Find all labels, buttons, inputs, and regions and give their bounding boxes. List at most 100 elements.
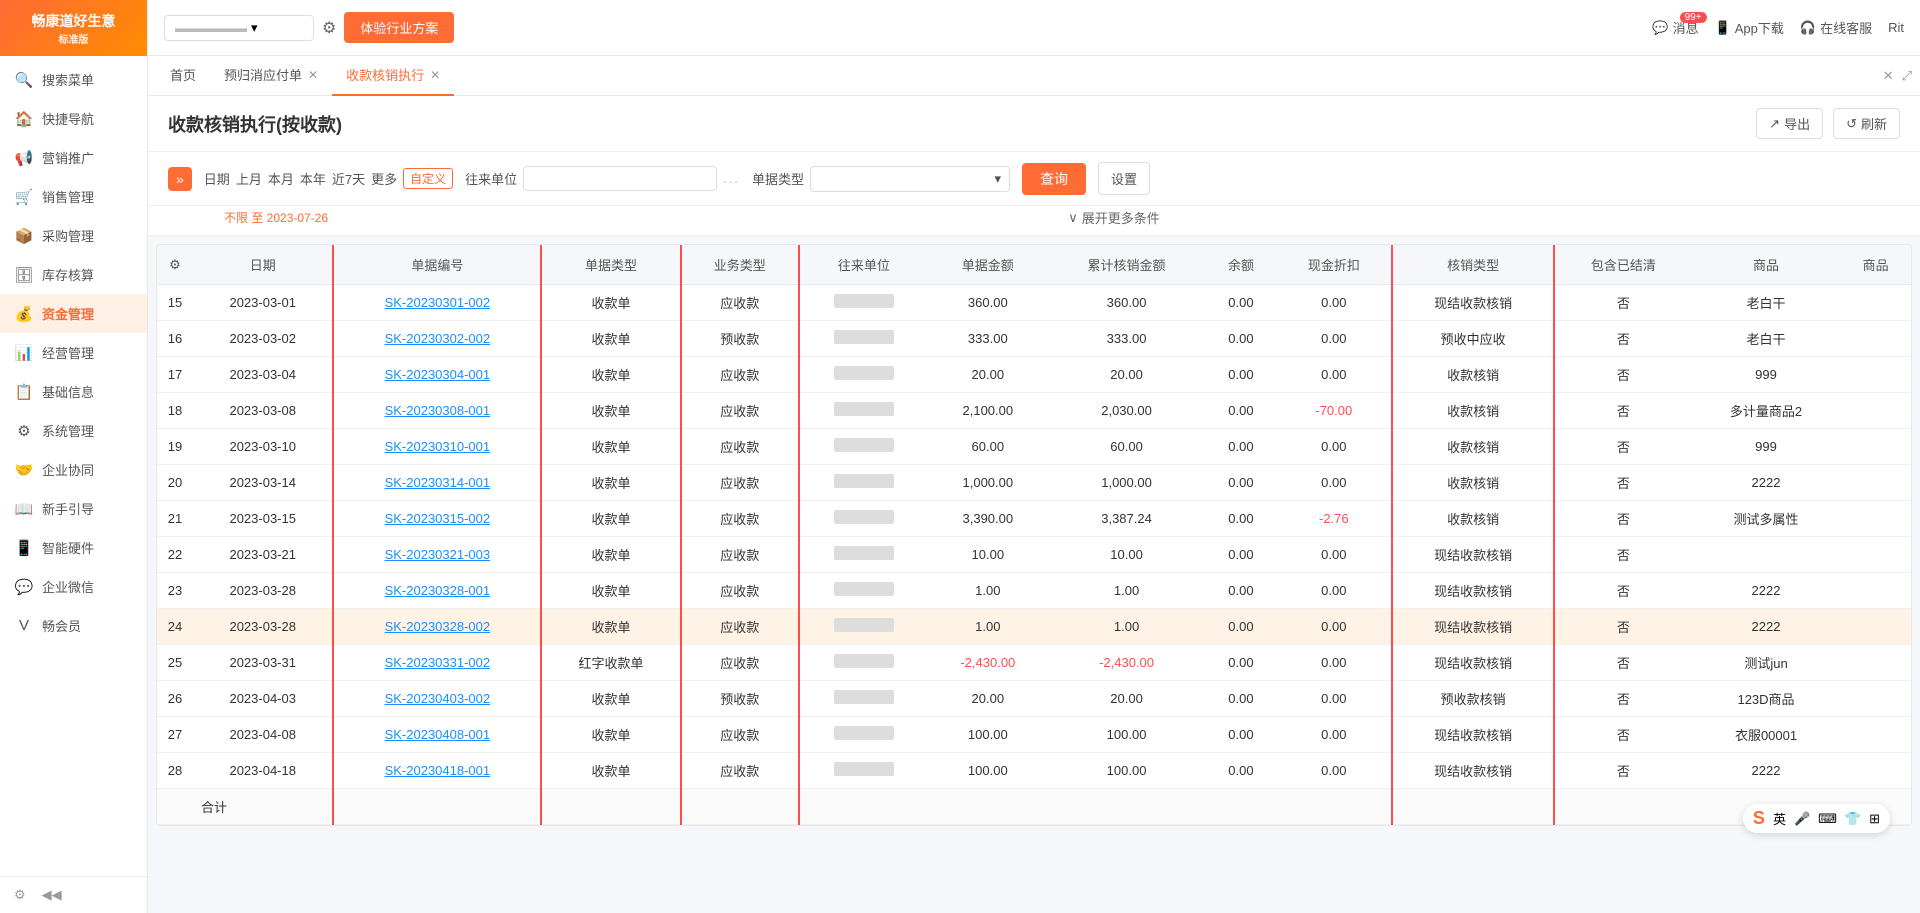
- col-cumulative-header[interactable]: 累计核销金额: [1047, 245, 1205, 285]
- sidebar-item-finance[interactable]: 💰资金管理: [0, 294, 147, 333]
- expand-more-btn[interactable]: ∨ 展开更多条件: [1068, 208, 1160, 227]
- col-amount-header[interactable]: 单据金额: [928, 245, 1047, 285]
- filter-toggle-btn[interactable]: »: [168, 167, 192, 191]
- purchase-icon: 📦: [14, 227, 34, 245]
- col-product2-header[interactable]: 商品: [1840, 245, 1911, 285]
- refresh-btn[interactable]: ↺ 刷新: [1833, 108, 1900, 139]
- cell-include: 否: [1554, 285, 1692, 321]
- sidebar-item-search[interactable]: 🔍搜索菜单: [0, 60, 147, 99]
- tab-close-all-icon[interactable]: ✕: [1883, 68, 1894, 84]
- doc-link[interactable]: SK-20230310-001: [385, 439, 491, 454]
- filter-dots[interactable]: ...: [723, 171, 740, 186]
- cell-docno: SK-20230310-001: [333, 429, 541, 465]
- settings-btn[interactable]: 设置: [1098, 162, 1150, 195]
- date-opt-cur-year[interactable]: 本年: [300, 169, 326, 188]
- shirt-icon: 👕: [1845, 811, 1861, 827]
- date-opt-7days[interactable]: 近7天: [332, 169, 365, 188]
- cell-amount: 10.00: [928, 537, 1047, 573]
- app-download-btn[interactable]: 📱 App下载: [1715, 18, 1784, 37]
- col-settings-icon[interactable]: ⚙: [169, 257, 181, 272]
- export-btn[interactable]: ↗ 导出: [1756, 108, 1823, 139]
- sidebar-item-wechat[interactable]: 💬企业微信: [0, 567, 147, 606]
- doc-link[interactable]: SK-20230301-002: [385, 295, 491, 310]
- sidebar-item-hardware[interactable]: 📱智能硬件: [0, 528, 147, 567]
- cell-cumulative: 100.00: [1047, 717, 1205, 753]
- partner-input[interactable]: [523, 166, 717, 191]
- col-include-header[interactable]: 包含已结清: [1554, 245, 1692, 285]
- cell-seq: 20: [157, 465, 193, 501]
- tab-home[interactable]: 首页: [156, 56, 210, 96]
- sidebar-item-operations[interactable]: 📊经营管理: [0, 333, 147, 372]
- cell-product2: [1840, 645, 1911, 681]
- sidebar-item-basic[interactable]: 📋基础信息: [0, 372, 147, 411]
- col-doctype-header[interactable]: 单据类型: [541, 245, 681, 285]
- doc-link[interactable]: SK-20230328-001: [385, 583, 491, 598]
- sidebar-item-member[interactable]: V畅会员: [0, 606, 147, 645]
- query-btn[interactable]: 查询: [1022, 163, 1086, 195]
- col-canceltype-header[interactable]: 核销类型: [1392, 245, 1554, 285]
- table-footer-row: 合计: [157, 789, 1911, 825]
- industry-btn[interactable]: 体验行业方案: [344, 12, 454, 43]
- col-partner-header[interactable]: 往来单位: [799, 245, 929, 285]
- keyboard-icon[interactable]: ⌨: [1818, 811, 1837, 827]
- online-service-btn[interactable]: 🎧 在线客服: [1800, 18, 1872, 37]
- date-opt-more[interactable]: 更多: [371, 169, 397, 188]
- date-opt-cur-month[interactable]: 本月: [268, 169, 294, 188]
- cell-balance: 0.00: [1206, 609, 1277, 645]
- sidebar-item-purchase[interactable]: 📦采购管理: [0, 216, 147, 255]
- col-cashdiscount-header[interactable]: 现金折扣: [1276, 245, 1392, 285]
- sidebar-bottom[interactable]: ⚙ ◀◀: [0, 876, 147, 913]
- sidebar-item-quick-nav[interactable]: 🏠快捷导航: [0, 99, 147, 138]
- doc-link[interactable]: SK-20230321-003: [385, 547, 491, 562]
- doc-link[interactable]: SK-20230304-001: [385, 367, 491, 382]
- col-settings-header[interactable]: ⚙: [157, 245, 193, 285]
- col-docno-header[interactable]: 单据编号: [333, 245, 541, 285]
- partner-name: [834, 330, 894, 344]
- sidebar-logo: 畅康道好生意 标准版: [0, 0, 147, 56]
- tab-receivable-close[interactable]: ✕: [308, 68, 318, 82]
- tab-collection[interactable]: 收款核销执行 ✕: [332, 56, 454, 96]
- col-biztype-header[interactable]: 业务类型: [681, 245, 799, 285]
- collapse-icon[interactable]: ◀◀: [42, 887, 62, 903]
- user-avatar[interactable]: Rit: [1888, 20, 1904, 35]
- cell-product: 999: [1692, 429, 1840, 465]
- doc-link[interactable]: SK-20230418-001: [385, 763, 491, 778]
- col-balance-header[interactable]: 余额: [1206, 245, 1277, 285]
- tab-expand-icon[interactable]: ⤢: [1902, 68, 1912, 84]
- doc-link[interactable]: SK-20230328-002: [385, 619, 491, 634]
- gear-icon[interactable]: ⚙: [322, 18, 336, 38]
- doc-link[interactable]: SK-20230403-002: [385, 691, 491, 706]
- cell-canceltype: 现结收款核销: [1392, 753, 1554, 789]
- doc-link[interactable]: SK-20230408-001: [385, 727, 491, 742]
- cell-seq: 25: [157, 645, 193, 681]
- sidebar-item-enterprise[interactable]: 🤝企业协同: [0, 450, 147, 489]
- date-opt-prev-month[interactable]: 上月: [236, 169, 262, 188]
- doc-type-select[interactable]: ▾: [810, 166, 1010, 192]
- cell-include: 否: [1554, 321, 1692, 357]
- settings-icon[interactable]: ⚙: [14, 887, 26, 903]
- org-selector[interactable]: ▬▬▬▬▬▬ ▾: [164, 15, 314, 41]
- sidebar-item-guide[interactable]: 📖新手引导: [0, 489, 147, 528]
- date-range-display: 不限 至 2023-07-26: [224, 209, 328, 226]
- sidebar-item-sales[interactable]: 🛒销售管理: [0, 177, 147, 216]
- doc-link[interactable]: SK-20230302-002: [385, 331, 491, 346]
- cell-product2: [1840, 681, 1911, 717]
- cell-docno: SK-20230328-001: [333, 573, 541, 609]
- sidebar-item-system[interactable]: ⚙系统管理: [0, 411, 147, 450]
- tab-receivable-label: 预归消应付单: [224, 65, 302, 84]
- doc-link[interactable]: SK-20230314-001: [385, 475, 491, 490]
- doc-link[interactable]: SK-20230315-002: [385, 511, 491, 526]
- col-product-header[interactable]: 商品: [1692, 245, 1840, 285]
- doc-link[interactable]: SK-20230308-001: [385, 403, 491, 418]
- sidebar-item-marketing[interactable]: 📢营销推广: [0, 138, 147, 177]
- cell-docno: SK-20230321-003: [333, 537, 541, 573]
- mic-icon[interactable]: 🎤: [1794, 811, 1810, 827]
- tab-collection-close[interactable]: ✕: [430, 68, 440, 82]
- custom-date-btn[interactable]: 自定义: [403, 168, 453, 189]
- notification-btn[interactable]: 💬 消息 99+: [1652, 18, 1698, 37]
- col-date-header[interactable]: 日期: [193, 245, 333, 285]
- doc-link[interactable]: SK-20230331-002: [385, 655, 491, 670]
- tab-receivable[interactable]: 预归消应付单 ✕: [210, 56, 332, 96]
- cell-include: 否: [1554, 609, 1692, 645]
- sidebar-item-inventory[interactable]: 🗄库存核算: [0, 255, 147, 294]
